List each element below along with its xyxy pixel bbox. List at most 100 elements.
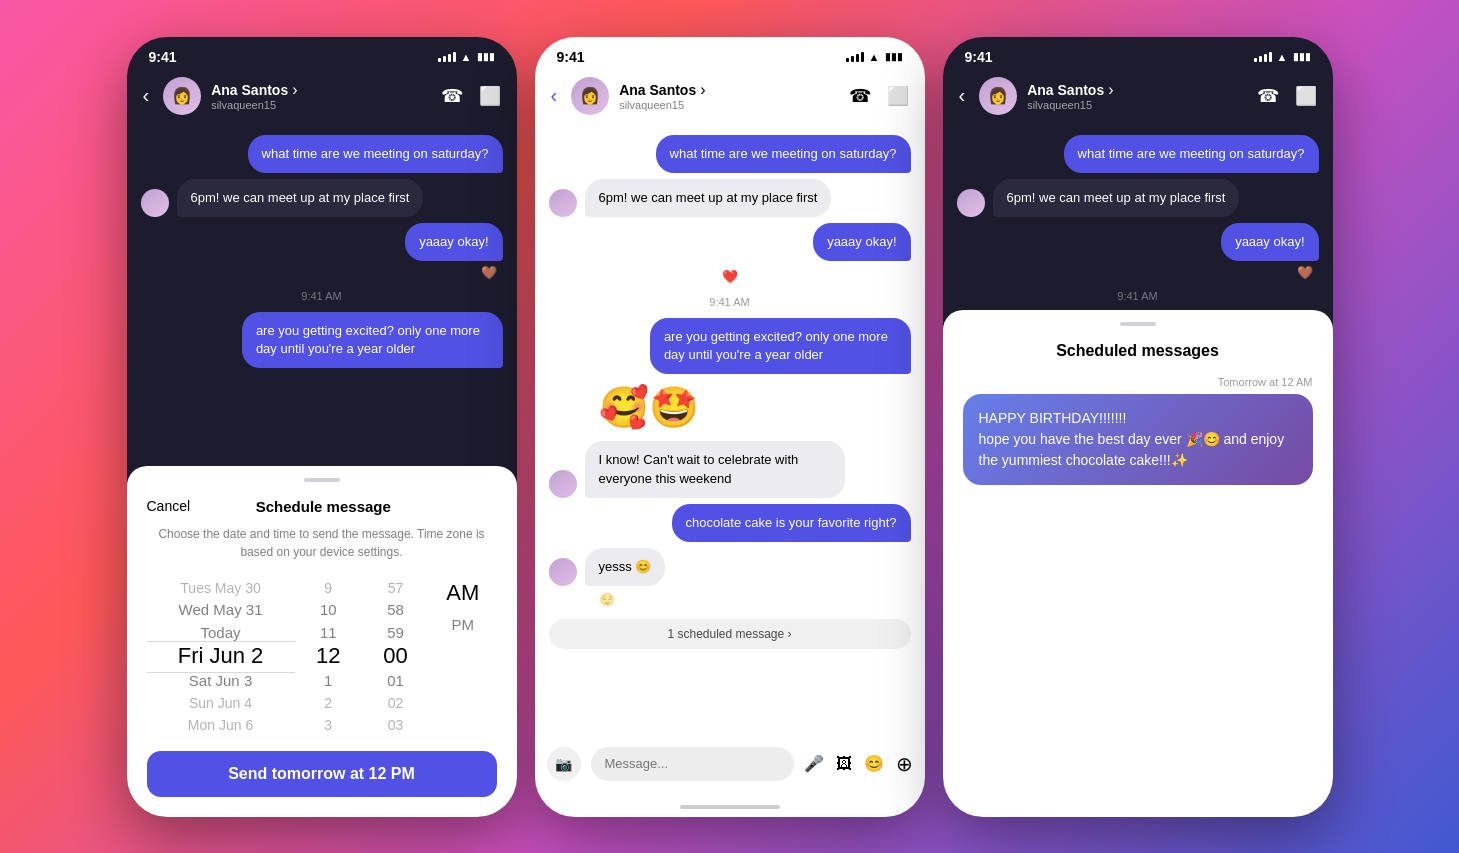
center-gallery-icon[interactable]: 🖼 (836, 755, 852, 773)
left-date-3[interactable]: Fri Jun 2 (147, 643, 295, 669)
left-time: 9:41 (149, 49, 177, 65)
left-msg-3: yaaay okay! (141, 223, 503, 261)
center-chat-area: what time are we meeting on saturday? 6p… (535, 125, 925, 739)
center-signal-4 (861, 52, 864, 62)
right-status-icons: ▲ ▮▮▮ (1254, 51, 1311, 63)
center-msg-3: yaaay okay! (549, 223, 911, 261)
signal-bar-1 (438, 58, 441, 62)
right-contact-info: Ana Santos › silvaqueen15 (1027, 81, 1246, 111)
right-phone-icon[interactable]: ☎ (1257, 85, 1279, 107)
left-hour-1: 10 (295, 599, 362, 621)
left-sheet-title: Schedule message (256, 498, 391, 515)
right-contact-username: silvaqueen15 (1027, 99, 1246, 111)
signal-bar-2 (443, 56, 446, 62)
left-battery-icon: ▮▮▮ (477, 51, 495, 62)
center-contact-info: Ana Santos › silvaqueen15 (619, 81, 838, 111)
left-min-1: 58 (362, 599, 429, 621)
left-heart: 🤎 (141, 265, 497, 280)
left-picker[interactable]: Tues May 30 Wed May 31 Today Fri Jun 2 S… (147, 577, 497, 737)
right-signal-2 (1259, 56, 1262, 62)
center-mic-icon[interactable]: 🎤 (804, 754, 824, 773)
right-contact-name[interactable]: Ana Santos › (1027, 81, 1246, 99)
center-signal (846, 52, 864, 62)
left-contact-name[interactable]: Ana Santos › (211, 81, 430, 99)
right-status-bar: 9:41 ▲ ▮▮▮ (943, 37, 1333, 71)
left-send-btn[interactable]: Send tomorrow at 12 PM (147, 751, 497, 797)
center-signal-1 (846, 58, 849, 62)
left-hour-0: 9 (295, 577, 362, 599)
left-msg-bubble-3: yaaay okay! (405, 223, 502, 261)
center-wifi-icon: ▲ (869, 51, 880, 63)
center-msg-bubble-2: 6pm! we can meet up at my place first (585, 179, 832, 217)
left-hour-6: 3 (295, 714, 362, 736)
left-nav-icons: ☎ ⬜ (441, 85, 501, 107)
left-back-arrow[interactable]: ‹ (143, 84, 150, 107)
left-contact-username: silvaqueen15 (211, 99, 430, 111)
center-msg-input[interactable] (591, 747, 794, 781)
right-msg-2: 6pm! we can meet up at my place first (957, 179, 1319, 217)
left-msg-bubble-4: are you getting excited? only one more d… (242, 312, 503, 368)
right-heart: 🤎 (957, 265, 1313, 280)
left-video-icon[interactable]: ⬜ (479, 85, 501, 107)
right-signal-1 (1254, 58, 1257, 62)
center-add-icon[interactable]: ⊕ (896, 752, 913, 776)
center-msg-bubble-5: I know! Can't wait to celebrate with eve… (585, 441, 846, 497)
center-phone-icon[interactable]: ☎ (849, 85, 871, 107)
right-back-arrow[interactable]: ‹ (959, 84, 966, 107)
right-video-icon[interactable]: ⬜ (1295, 85, 1317, 107)
left-ampm-picker[interactable]: AM PM (429, 577, 496, 737)
left-date-picker[interactable]: Tues May 30 Wed May 31 Today Fri Jun 2 S… (147, 577, 295, 737)
left-date-0: Tues May 30 (147, 577, 295, 599)
left-cancel-btn[interactable]: Cancel (147, 498, 191, 514)
center-scheduled-banner[interactable]: 1 scheduled message › (549, 619, 911, 649)
left-hour-4: 1 (295, 669, 362, 691)
left-min-2: 59 (362, 621, 429, 643)
center-camera-btn[interactable]: 📷 (547, 747, 581, 781)
center-time: 9:41 (557, 49, 585, 65)
left-nav-bar: ‹ 👩 Ana Santos › silvaqueen15 ☎ ⬜ (127, 71, 517, 125)
left-schedule-sheet[interactable]: Cancel Schedule message Choose the date … (127, 466, 517, 817)
right-nav-icons: ☎ ⬜ (1257, 85, 1317, 107)
center-msg-bubble-3: yaaay okay! (813, 223, 910, 261)
right-scheduled-msg-card[interactable]: HAPPY BIRTHDAY!!!!!!! hope you have the … (963, 394, 1313, 485)
left-ampm-0[interactable]: AM (429, 577, 496, 609)
center-recv-avatar-3 (549, 558, 577, 586)
center-emoji-icon[interactable]: 😊 (864, 754, 884, 773)
center-timestamp: 9:41 AM (549, 296, 911, 308)
left-minute-picker[interactable]: 57 58 59 00 01 02 03 (362, 577, 429, 737)
left-min-3[interactable]: 00 (362, 643, 429, 669)
left-sheet-subtitle: Choose the date and time to send the mes… (147, 525, 497, 561)
left-ampm-1: PM (429, 609, 496, 641)
left-phone-icon[interactable]: ☎ (441, 85, 463, 107)
center-video-icon[interactable]: ⬜ (887, 85, 909, 107)
left-sheet-header: Cancel Schedule message (147, 498, 497, 515)
center-msg-6: chocolate cake is your favorite right? (549, 504, 911, 542)
left-date-4: Sat Jun 3 (147, 669, 295, 691)
center-home-indicator (535, 797, 925, 817)
left-hour-3[interactable]: 12 (295, 643, 362, 669)
right-avatar: 👩 (979, 77, 1017, 115)
right-battery-icon: ▮▮▮ (1293, 51, 1311, 62)
center-msg-bubble-7: yesss 😊 (585, 548, 666, 586)
center-phone: 9:41 ▲ ▮▮▮ ‹ 👩 Ana Santos › silvaqueen15 (535, 37, 925, 817)
center-react: 😌 (599, 592, 911, 607)
left-min-4: 01 (362, 669, 429, 691)
right-recv-avatar-1 (957, 189, 985, 217)
center-contact-name[interactable]: Ana Santos › (619, 81, 838, 99)
center-contact-username: silvaqueen15 (619, 99, 838, 111)
left-signal (438, 52, 456, 62)
left-min-5: 02 (362, 692, 429, 714)
center-back-arrow[interactable]: ‹ (551, 84, 558, 107)
left-status-bar: 9:41 ▲ ▮▮▮ (127, 37, 517, 71)
right-scheduled-sheet[interactable]: Scheduled messages Tomorrow at 12 AM HAP… (943, 310, 1333, 817)
right-scheduled-msg-text: HAPPY BIRTHDAY!!!!!!! hope you have the … (979, 408, 1297, 471)
center-recv-avatar-2 (549, 470, 577, 498)
left-avatar: 👩 (163, 77, 201, 115)
center-msg-2: 6pm! we can meet up at my place first (549, 179, 911, 217)
right-time: 9:41 (965, 49, 993, 65)
right-nav-bar: ‹ 👩 Ana Santos › silvaqueen15 ☎ ⬜ (943, 71, 1333, 125)
left-hour-picker[interactable]: 9 10 11 12 1 2 3 (295, 577, 362, 737)
left-msg-bubble-2: 6pm! we can meet up at my place first (177, 179, 424, 217)
center-heart: ❤️ (549, 269, 911, 284)
left-date-5: Sun Jun 4 (147, 692, 295, 714)
